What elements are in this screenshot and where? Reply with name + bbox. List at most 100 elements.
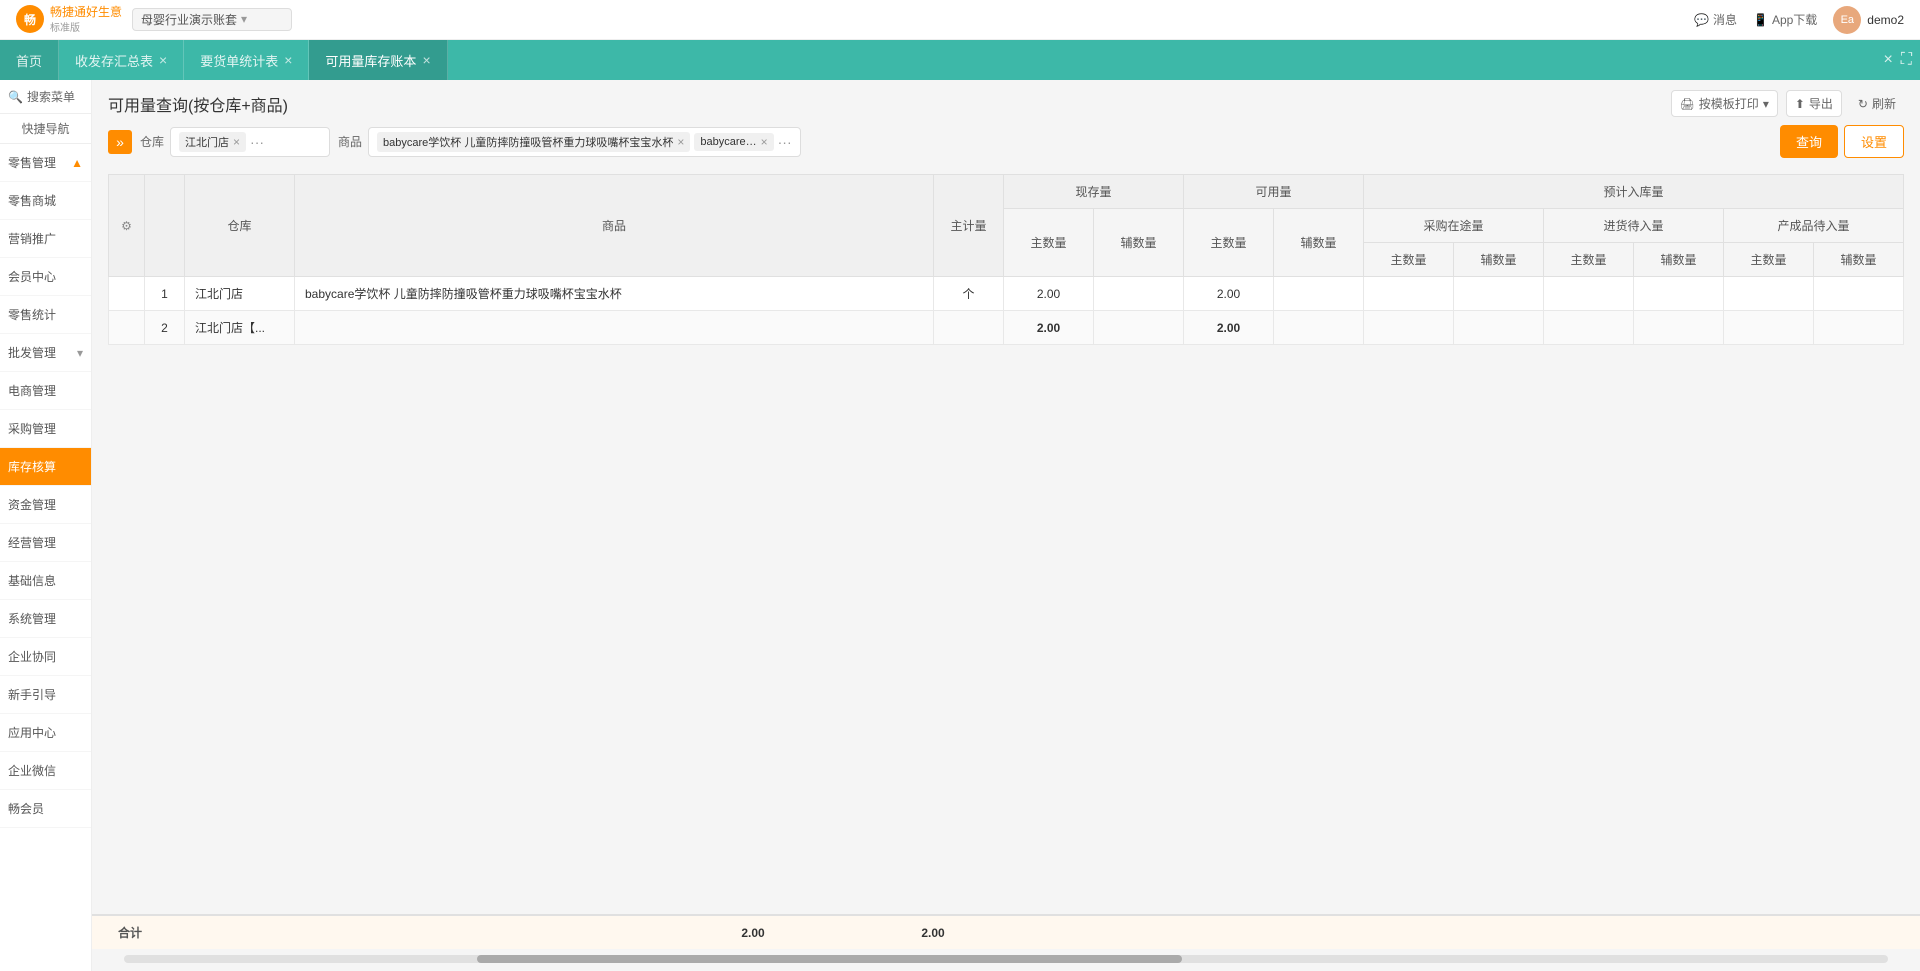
warehouse-filter-input[interactable]: 江北门店 × ··· [170,127,330,157]
sidebar-quick-nav[interactable]: 快捷导航 [0,114,91,144]
chevron-up-icon: ▲ [71,156,83,170]
content-area: 可用量查询(按仓库+商品) 🖨 按模板打印 ▾ ⬆ 导出 ↻ 刷新 [92,80,1920,971]
horizontal-scrollbar[interactable] [92,949,1920,971]
th-product-main: 主数量 [1724,243,1814,277]
filter-toggle-button[interactable]: » [108,130,132,154]
settings-button[interactable]: 设置 [1844,125,1904,158]
tenant-selector[interactable]: 母婴行业演示账套 ▾ [132,8,292,31]
row1-pur-sub [1454,277,1544,311]
row2-settings [109,311,145,345]
sidebar-item-newguide[interactable]: 新手引导 [0,676,91,714]
th-warehouse: 仓库 [185,175,295,277]
row1-unit: 个 [934,277,1004,311]
sidebar-item-retail[interactable]: 零售管理 ▲ [0,144,91,182]
data-table: ⚙ 仓库 商品 主计量 现存量 [108,174,1904,345]
th-incoming-sub: 辅数量 [1634,243,1724,277]
sidebar-item-retail-stats[interactable]: 零售统计 [0,296,91,334]
row2-pur-main [1364,311,1454,345]
app-download-label: App下载 [1772,11,1817,28]
product-filter-input[interactable]: babycare学饮杯 儿童防摔防撞吸管杯重力球吸嘴杯宝宝水杯 × babyca… [368,127,801,157]
th-stock-group: 现存量 [1004,175,1184,209]
sidebar-item-retail-mall[interactable]: 零售商城 [0,182,91,220]
row2-stock-sub [1094,311,1184,345]
warehouse-more-icon[interactable]: ··· [250,134,264,150]
message-button[interactable]: 💬 消息 [1694,11,1737,28]
sidebar-search[interactable]: 🔍 搜索菜单 [0,80,91,114]
table-container: ⚙ 仓库 商品 主计量 现存量 [92,166,1920,914]
expand-icon: » [116,134,124,150]
th-purchase-main: 主数量 [1364,243,1454,277]
row1-warehouse: 江北门店 [185,277,295,311]
sidebar-item-member[interactable]: 会员中心 [0,258,91,296]
table-row: 2 江北门店【... 2.00 2.00 [109,311,1904,345]
tab-available-stock[interactable]: 可用量库存账本 × [309,40,447,80]
print-template-button[interactable]: 🖨 按模板打印 ▾ [1671,90,1778,117]
product-filter-tag-2: babycare… × [694,133,773,151]
app-download-button[interactable]: 📱 App下载 [1753,11,1817,28]
product-filter-group: 商品 babycare学饮杯 儿童防摔防撞吸管杯重力球吸嘴杯宝宝水杯 × bab… [338,127,801,157]
tenant-name: 母婴行业演示账套 [141,11,237,28]
sidebar-item-finance[interactable]: 资金管理 [0,486,91,524]
print-label: 按模板打印 [1699,95,1759,112]
tab-order-stats-label: 要货单统计表 [200,51,278,70]
top-bar-right: 💬 消息 📱 App下载 Ea demo2 [1694,6,1904,34]
tab-receipts-close[interactable]: × [159,52,167,68]
th-stock-sub: 辅数量 [1094,209,1184,277]
tab-expand-button[interactable]: ⛶ [1901,51,1912,69]
th-product-sub: 辅数量 [1814,243,1904,277]
sidebar-item-purchase[interactable]: 采购管理 [0,410,91,448]
product-more-icon[interactable]: ··· [778,134,792,150]
row1-prod-main [1724,277,1814,311]
sidebar-item-operation[interactable]: 经营管理 [0,524,91,562]
sidebar-item-vip[interactable]: 畅会员 [0,790,91,828]
product-filter-tag-1-close[interactable]: × [677,135,684,149]
tab-available-stock-close[interactable]: × [422,52,430,68]
gear-icon[interactable]: ⚙ [121,219,132,233]
chevron-down-icon: ▾ [1763,97,1769,111]
sidebar-item-appstore[interactable]: 应用中心 [0,714,91,752]
sidebar-item-wholesale[interactable]: 批发管理 ▾ [0,334,91,372]
chevron-down-icon: ▾ [77,346,83,360]
sidebar-item-finance-label: 资金管理 [8,496,56,513]
export-button[interactable]: ⬆ 导出 [1786,90,1842,117]
page-header: 可用量查询(按仓库+商品) 🖨 按模板打印 ▾ ⬆ 导出 ↻ 刷新 [92,80,1920,117]
query-button[interactable]: 查询 [1780,125,1838,158]
sidebar-item-vip-label: 畅会员 [8,800,44,817]
sidebar-item-inventory[interactable]: 库存核算 [0,448,91,486]
sidebar-item-wechat[interactable]: 企业微信 [0,752,91,790]
tab-close-all-button[interactable]: × [1883,51,1892,69]
row2-inc-main [1544,311,1634,345]
product-filter-tag-2-value: babycare… [700,136,756,148]
avatar: Ea [1833,6,1861,34]
warehouse-filter-label: 仓库 [140,133,164,150]
tab-order-stats-close[interactable]: × [284,52,292,68]
sidebar-item-ecommerce[interactable]: 电商管理 [0,372,91,410]
sidebar-item-marketing[interactable]: 营销推广 [0,220,91,258]
sidebar-item-system-label: 系统管理 [8,610,56,627]
tab-order-stats[interactable]: 要货单统计表 × [184,40,309,80]
scrollbar-thumb[interactable] [477,955,1183,963]
row2-unit [934,311,1004,345]
sidebar-item-operation-label: 经营管理 [8,534,56,551]
sidebar-item-inventory-label: 库存核算 [8,458,56,475]
page-title: 可用量查询(按仓库+商品) [108,92,288,116]
user-area[interactable]: Ea demo2 [1833,6,1904,34]
product-filter-tag-2-close[interactable]: × [761,135,768,149]
sidebar-item-appstore-label: 应用中心 [8,724,56,741]
th-index [145,175,185,277]
th-product-group: 产成品待入量 [1724,209,1904,243]
th-product: 商品 [295,175,934,277]
tab-receipts[interactable]: 收发存汇总表 × [59,40,184,80]
refresh-button[interactable]: ↻ 刷新 [1850,91,1904,116]
logo-icon: 畅 [16,5,44,33]
sidebar-item-marketing-label: 营销推广 [8,230,56,247]
refresh-icon: ↻ [1858,97,1868,111]
sidebar-item-enterprise[interactable]: 企业协同 [0,638,91,676]
sidebar-item-basic[interactable]: 基础信息 [0,562,91,600]
chevron-down-icon: ▾ [241,12,247,26]
sidebar-item-system[interactable]: 系统管理 [0,600,91,638]
footer-label: 合计 [108,924,708,941]
warehouse-filter-tag-close[interactable]: × [233,135,240,149]
row1-index: 1 [145,277,185,311]
tab-home[interactable]: 首页 [0,40,59,80]
